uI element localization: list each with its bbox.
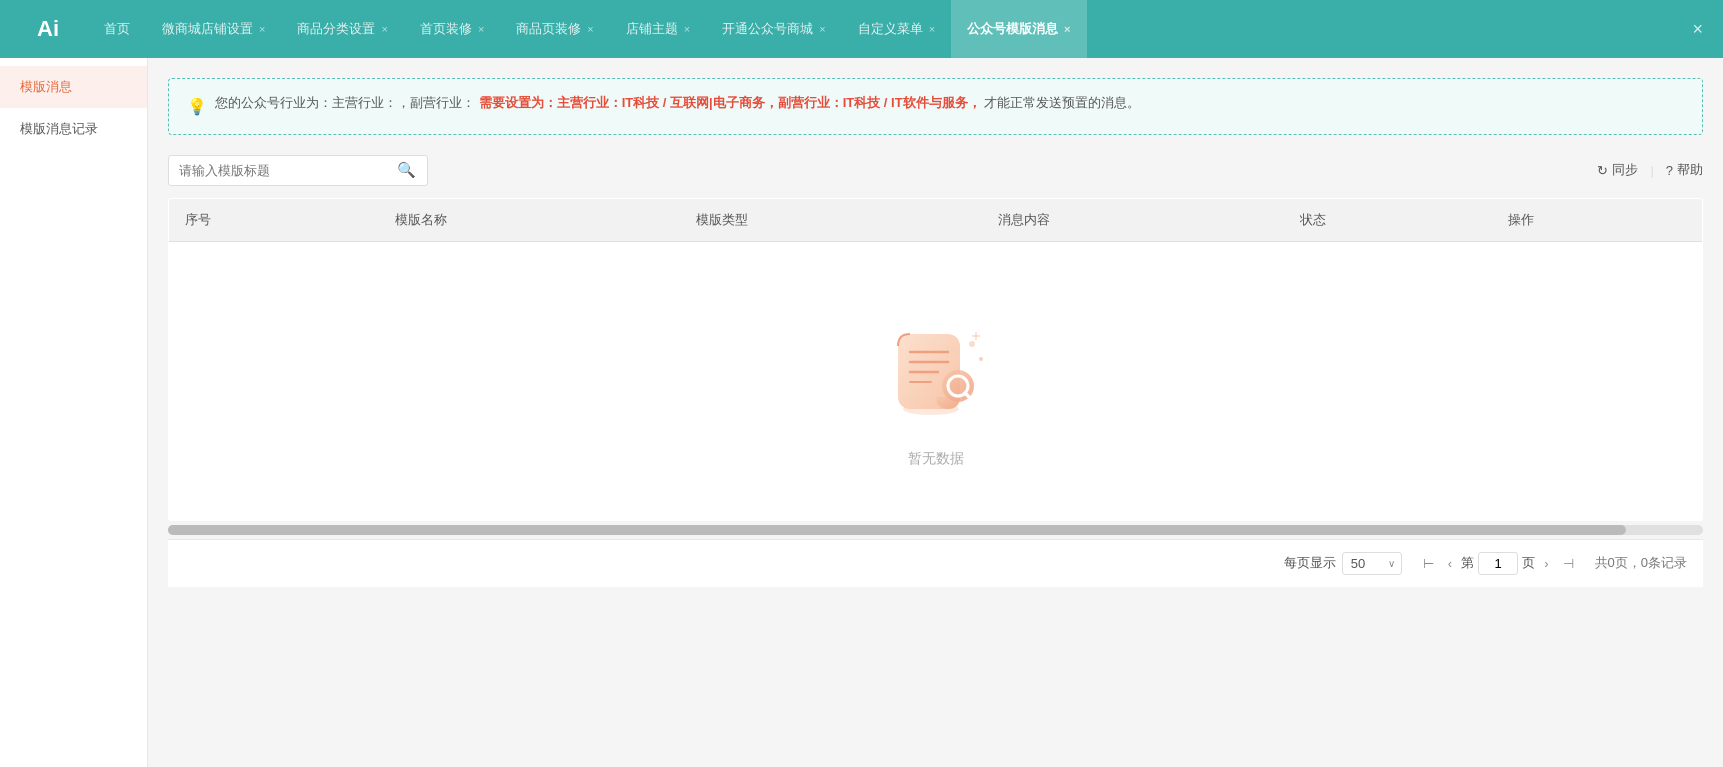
svg-point-9 bbox=[969, 341, 975, 347]
nav-tab-category-settings[interactable]: 商品分类设置× bbox=[281, 0, 403, 58]
col-header-action: 操作 bbox=[1492, 198, 1702, 241]
notice-box: 💡 您的公众号行业为：主营行业：，副营行业： 需要设置为：主营行业：IT科技 /… bbox=[168, 78, 1703, 135]
nav-tab-open-wechat-mall[interactable]: 开通公众号商城× bbox=[706, 0, 841, 58]
main-layout: 模版消息模版消息记录 💡 您的公众号行业为：主营行业：，副营行业： 需要设置为：… bbox=[0, 58, 1723, 767]
table-body: 暂无数据 bbox=[169, 241, 1703, 520]
notice-highlight: 需要设置为：主营行业：IT科技 / 互联网|电子商务，副营行业：IT科技 / I… bbox=[479, 95, 981, 110]
sync-label: 同步 bbox=[1612, 161, 1638, 179]
per-page-dropdown[interactable]: 50 ∨ bbox=[1342, 552, 1402, 575]
svg-point-10 bbox=[979, 357, 983, 361]
sidebar-item-template-msg-record[interactable]: 模版消息记录 bbox=[0, 108, 147, 150]
first-page-button[interactable]: ⊢ bbox=[1418, 554, 1439, 573]
top-navbar: Ai 首页微商城店铺设置×商品分类设置×首页装修×商品页装修×店铺主题×开通公众… bbox=[0, 0, 1723, 58]
per-page-value: 50 bbox=[1351, 556, 1365, 571]
nav-tab-store-settings[interactable]: 微商城店铺设置× bbox=[146, 0, 281, 58]
per-page-select: 每页显示 50 ∨ bbox=[1284, 552, 1402, 575]
nav-tab-product-decor[interactable]: 商品页装修× bbox=[500, 0, 609, 58]
help-icon: ? bbox=[1666, 163, 1673, 178]
horizontal-scrollbar[interactable] bbox=[168, 525, 1703, 535]
col-header-name: 模版名称 bbox=[379, 198, 681, 241]
close-tab-store-theme-button[interactable]: × bbox=[684, 23, 690, 35]
sidebar-item-template-msg[interactable]: 模版消息 bbox=[0, 66, 147, 108]
search-input-wrap[interactable]: 🔍 bbox=[168, 155, 428, 186]
scroll-thumb[interactable] bbox=[168, 525, 1626, 535]
per-page-label: 每页显示 bbox=[1284, 554, 1336, 572]
close-tab-open-wechat-mall-button[interactable]: × bbox=[819, 23, 825, 35]
nav-tab-template-msg[interactable]: 公众号模版消息× bbox=[951, 0, 1086, 58]
table-container: 序号模版名称模版类型消息内容状态操作 bbox=[168, 198, 1703, 521]
close-tab-category-settings-button[interactable]: × bbox=[381, 23, 387, 35]
notice-text: 您的公众号行业为：主营行业：，副营行业： 需要设置为：主营行业：IT科技 / 互… bbox=[215, 93, 1140, 114]
col-header-content: 消息内容 bbox=[982, 198, 1284, 241]
help-label: 帮助 bbox=[1677, 161, 1703, 179]
page-input[interactable] bbox=[1478, 552, 1518, 575]
sync-button[interactable]: ↻ 同步 bbox=[1597, 161, 1638, 179]
nav-tab-store-theme[interactable]: 店铺主题× bbox=[610, 0, 706, 58]
search-icon: 🔍 bbox=[397, 161, 416, 178]
last-page-button[interactable]: ⊣ bbox=[1558, 554, 1579, 573]
total-info: 共0页，0条记录 bbox=[1595, 554, 1687, 572]
app-logo: Ai bbox=[8, 0, 88, 58]
col-header-status: 状态 bbox=[1284, 198, 1492, 241]
page-unit: 页 bbox=[1522, 554, 1535, 572]
search-button[interactable]: 🔍 bbox=[389, 161, 424, 179]
table-header-row: 序号模版名称模版类型消息内容状态操作 bbox=[169, 198, 1703, 241]
empty-state: 暂无数据 bbox=[185, 254, 1686, 508]
toolbar-divider: | bbox=[1650, 163, 1653, 178]
prev-page-button[interactable]: ‹ bbox=[1443, 554, 1457, 573]
next-page-button[interactable]: › bbox=[1539, 554, 1553, 573]
close-tab-store-settings-button[interactable]: × bbox=[259, 23, 265, 35]
col-header-seq: 序号 bbox=[169, 198, 379, 241]
close-tab-custom-menu-button[interactable]: × bbox=[929, 23, 935, 35]
empty-text: 暂无数据 bbox=[908, 450, 964, 468]
data-table: 序号模版名称模版类型消息内容状态操作 bbox=[168, 198, 1703, 521]
empty-state-row: 暂无数据 bbox=[169, 241, 1703, 520]
page-nav: ⊢ ‹ 第 页 › ⊣ bbox=[1418, 552, 1579, 575]
search-bar: 🔍 ↻ 同步 | ? 帮助 bbox=[168, 155, 1703, 186]
toolbar-right: ↻ 同步 | ? 帮助 bbox=[1597, 161, 1703, 179]
sync-icon: ↻ bbox=[1597, 163, 1608, 178]
nav-tab-home-decor[interactable]: 首页装修× bbox=[404, 0, 500, 58]
pagination: 每页显示 50 ∨ ⊢ ‹ 第 页 › ⊣ 共0页，0条记录 bbox=[168, 539, 1703, 587]
nav-tabs: 首页微商城店铺设置×商品分类设置×首页装修×商品页装修×店铺主题×开通公众号商城… bbox=[88, 0, 1680, 58]
empty-illustration bbox=[876, 314, 996, 434]
close-tab-product-decor-button[interactable]: × bbox=[587, 23, 593, 35]
empty-state-cell: 暂无数据 bbox=[169, 241, 1703, 520]
close-tab-home-decor-button[interactable]: × bbox=[478, 23, 484, 35]
col-header-type: 模版类型 bbox=[680, 198, 982, 241]
table-head: 序号模版名称模版类型消息内容状态操作 bbox=[169, 198, 1703, 241]
notice-icon: 💡 bbox=[187, 94, 207, 120]
chevron-down-icon: ∨ bbox=[1388, 558, 1395, 569]
nav-tab-home[interactable]: 首页 bbox=[88, 0, 146, 58]
content-area: 💡 您的公众号行业为：主营行业：，副营行业： 需要设置为：主营行业：IT科技 /… bbox=[148, 58, 1723, 767]
close-all-tabs-button[interactable]: × bbox=[1680, 19, 1715, 40]
close-tab-template-msg-button[interactable]: × bbox=[1064, 23, 1070, 35]
nav-tab-custom-menu[interactable]: 自定义菜单× bbox=[842, 0, 951, 58]
page-label: 第 bbox=[1461, 554, 1474, 572]
search-input[interactable] bbox=[169, 156, 389, 185]
sidebar: 模版消息模版消息记录 bbox=[0, 58, 148, 767]
help-button[interactable]: ? 帮助 bbox=[1666, 161, 1703, 179]
